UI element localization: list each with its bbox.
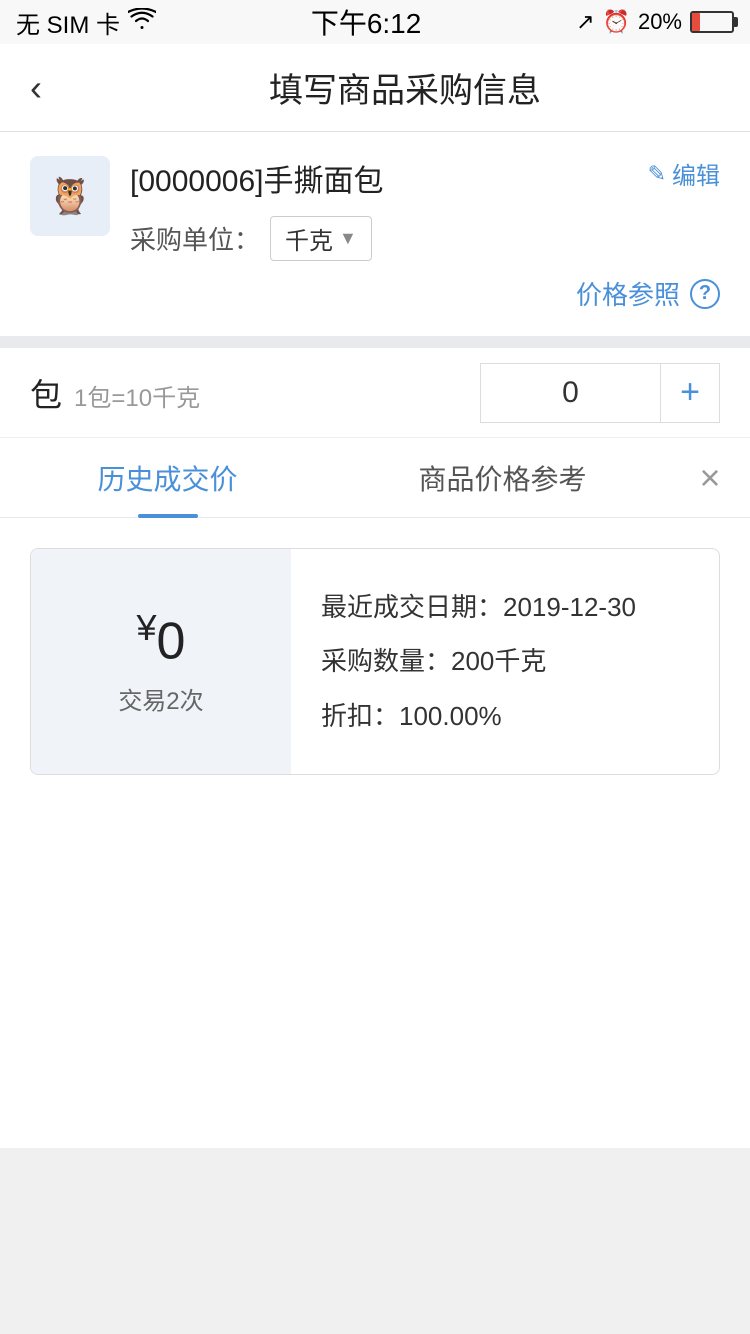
product-info: [0000006]手撕面包 采购单位： 千克 ▼ <box>130 156 383 261</box>
unit-selector[interactable]: 千克 ▼ <box>270 216 372 261</box>
status-left: 无 SIM 卡 <box>16 5 156 40</box>
history-card: ¥0 交易2次 最近成交日期：2019-12-30 采购数量：200千克 折扣：… <box>30 548 720 775</box>
product-left: 🦉 [0000006]手撕面包 采购单位： 千克 ▼ <box>30 156 383 261</box>
purchase-qty-row: 采购数量：200千克 <box>321 643 689 679</box>
tab-history-price[interactable]: 历史成交价 <box>0 438 335 518</box>
product-header: 🦉 [0000006]手撕面包 采购单位： 千克 ▼ ✎ 编辑 <box>30 156 720 261</box>
qty-label-group: 包 1包=10千克 <box>30 370 200 416</box>
product-name: [0000006]手撕面包 <box>130 156 383 200</box>
battery-percent: 20% <box>638 9 682 35</box>
tabs-panel: 历史成交价 商品价格参考 × ¥0 交易2次 最近成交日期：2019-12-30… <box>0 438 750 1148</box>
battery-fill <box>692 13 700 31</box>
unit-label: 采购单位： <box>130 220 260 257</box>
qty-conversion: 1包=10千克 <box>74 378 200 413</box>
history-price: ¥0 <box>137 607 186 671</box>
purchase-qty-value: 200千克 <box>451 646 546 676</box>
back-button[interactable]: ‹ <box>30 67 90 109</box>
product-thumb-icon: 🦉 <box>48 175 93 217</box>
qty-controls: + <box>480 363 720 423</box>
edit-icon: ✎ <box>648 161 666 187</box>
qty-input[interactable] <box>480 363 660 423</box>
price-ref-row: 价格参照 ? <box>30 275 720 312</box>
carrier-text: 无 SIM 卡 <box>16 5 120 40</box>
unit-dropdown-arrow: ▼ <box>339 228 357 249</box>
purchase-qty-label: 采购数量： <box>321 646 451 676</box>
recent-date-value: 2019-12-30 <box>503 592 636 622</box>
section-divider <box>0 336 750 348</box>
status-time: 下午6:12 <box>311 2 422 42</box>
tab-content-area: ¥0 交易2次 最近成交日期：2019-12-30 采购数量：200千克 折扣：… <box>0 548 750 1148</box>
product-card: 🦉 [0000006]手撕面包 采购单位： 千克 ▼ ✎ 编辑 价格参照 ? <box>0 132 750 336</box>
tab-product-price-ref-label: 商品价格参考 <box>418 458 586 498</box>
currency-symbol: ¥ <box>137 607 157 648</box>
qty-unit: 包 <box>30 370 62 416</box>
tab-product-price-ref[interactable]: 商品价格参考 <box>335 438 670 518</box>
discount-value: 100.00% <box>399 701 502 731</box>
recent-date-row: 最近成交日期：2019-12-30 <box>321 589 689 625</box>
edit-button[interactable]: ✎ 编辑 <box>648 156 720 191</box>
recent-date-label: 最近成交日期： <box>321 592 503 622</box>
product-thumbnail: 🦉 <box>30 156 110 236</box>
history-details: 最近成交日期：2019-12-30 采购数量：200千克 折扣：100.00% <box>291 549 719 774</box>
alarm-icon: ⏰ <box>603 9 630 35</box>
battery-icon <box>690 11 734 33</box>
location-icon: ↗ <box>576 9 594 35</box>
tab-history-price-label: 历史成交价 <box>97 458 237 498</box>
qty-plus-button[interactable]: + <box>660 363 720 423</box>
help-icon[interactable]: ? <box>690 279 720 309</box>
tab-active-indicator <box>138 514 198 518</box>
price-ref-button[interactable]: 价格参照 <box>576 275 680 312</box>
status-bar: 无 SIM 卡 下午6:12 ↗ ⏰ 20% <box>0 0 750 44</box>
product-unit-row: 采购单位： 千克 ▼ <box>130 216 383 261</box>
history-trades: 交易2次 <box>118 681 203 716</box>
quantity-row: 包 1包=10千克 + <box>0 348 750 438</box>
discount-row: 折扣：100.00% <box>321 698 689 734</box>
wifi-icon <box>128 8 156 37</box>
status-right: ↗ ⏰ 20% <box>576 9 734 35</box>
price-value: 0 <box>157 612 186 670</box>
history-price-summary: ¥0 交易2次 <box>31 549 291 774</box>
tab-close-button[interactable]: × <box>670 438 750 518</box>
edit-label: 编辑 <box>672 156 720 191</box>
discount-label: 折扣： <box>321 701 399 731</box>
page-title: 填写商品采购信息 <box>90 63 720 112</box>
unit-value: 千克 <box>285 221 333 256</box>
nav-bar: ‹ 填写商品采购信息 <box>0 44 750 132</box>
tabs-header: 历史成交价 商品价格参考 × <box>0 438 750 518</box>
